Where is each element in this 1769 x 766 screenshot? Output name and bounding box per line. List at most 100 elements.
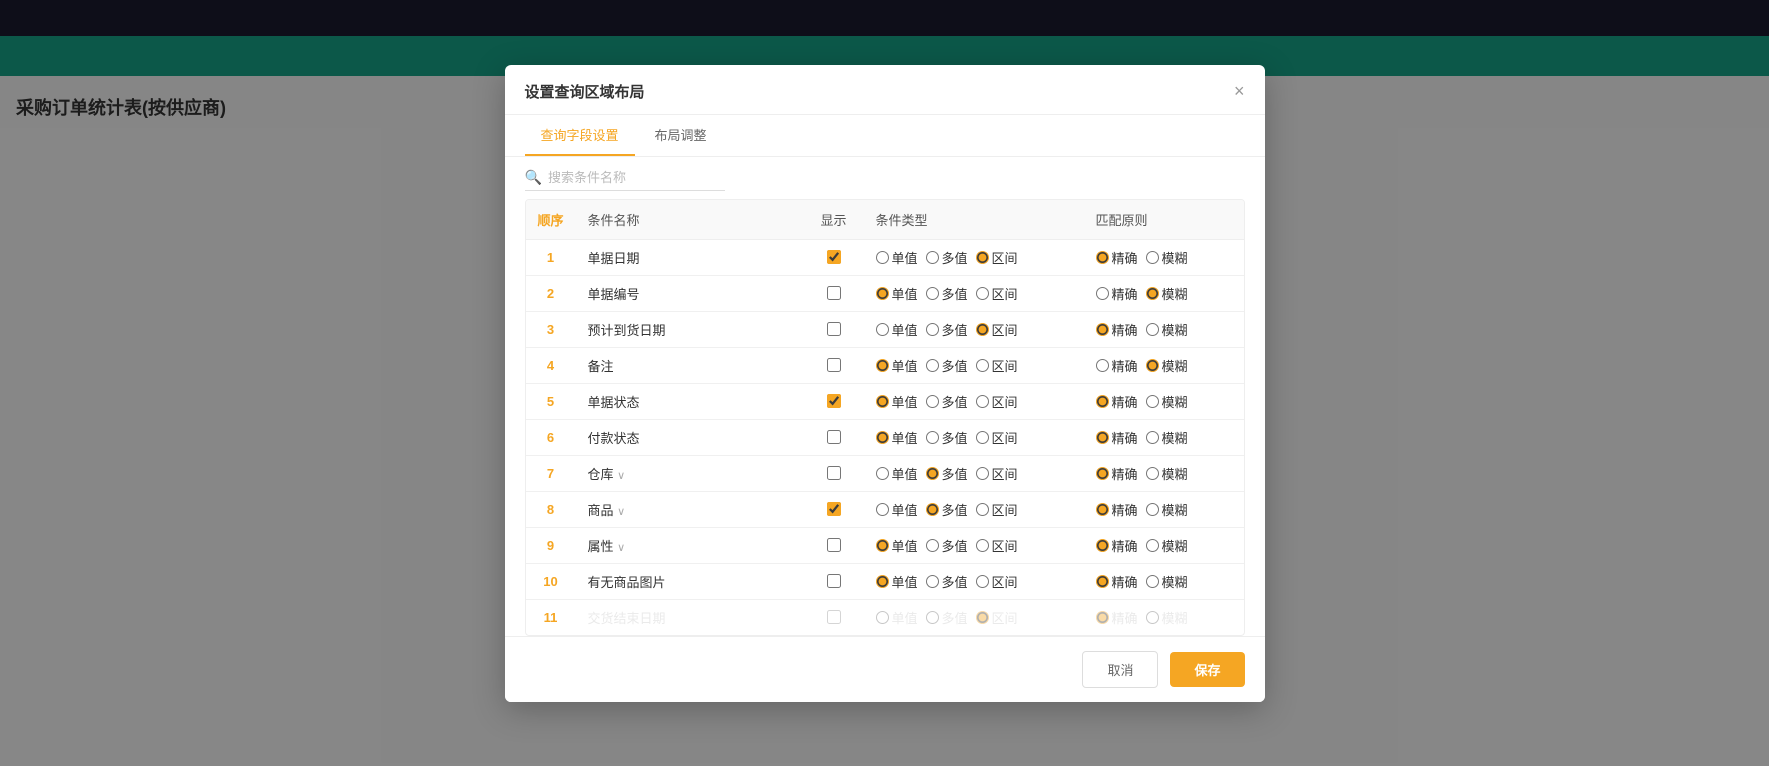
match-radio-item[interactable]: 精确 [1096,464,1138,483]
search-input[interactable] [548,170,708,185]
type-radio-item[interactable]: 多值 [926,572,968,591]
type-radio[interactable] [876,467,889,480]
type-radio[interactable] [926,251,939,264]
match-radio[interactable] [1096,575,1109,588]
type-radio[interactable] [976,611,989,624]
type-radio-item[interactable]: 多值 [926,392,968,411]
type-radio[interactable] [976,539,989,552]
type-radio[interactable] [926,611,939,624]
type-radio[interactable] [876,539,889,552]
match-radio[interactable] [1146,467,1159,480]
match-radio-item[interactable]: 精确 [1096,320,1138,339]
type-radio-item[interactable]: 多值 [926,428,968,447]
type-radio-item[interactable]: 多值 [926,536,968,555]
type-radio[interactable] [926,359,939,372]
type-radio-item[interactable]: 区间 [976,428,1018,447]
match-radio-item[interactable]: 模糊 [1146,356,1188,375]
match-radio[interactable] [1096,467,1109,480]
type-radio[interactable] [926,395,939,408]
match-radio[interactable] [1146,575,1159,588]
type-radio[interactable] [926,431,939,444]
type-radio[interactable] [876,359,889,372]
type-radio-item[interactable]: 区间 [976,392,1018,411]
save-button[interactable]: 保存 [1170,652,1244,687]
type-radio-item[interactable]: 多值 [926,320,968,339]
match-radio-item[interactable]: 精确 [1096,428,1138,447]
type-radio[interactable] [926,287,939,300]
type-radio[interactable] [976,287,989,300]
match-radio-item[interactable]: 模糊 [1146,500,1188,519]
match-radio[interactable] [1146,323,1159,336]
match-radio[interactable] [1146,611,1159,624]
type-radio[interactable] [976,575,989,588]
match-radio-item[interactable]: 精确 [1096,608,1138,627]
match-radio-item[interactable]: 模糊 [1146,572,1188,591]
type-radio[interactable] [976,395,989,408]
show-checkbox[interactable] [827,322,841,336]
type-radio[interactable] [876,395,889,408]
type-radio-item[interactable]: 单值 [876,248,918,267]
match-radio-item[interactable]: 模糊 [1146,320,1188,339]
type-radio-item[interactable]: 多值 [926,608,968,627]
type-radio-item[interactable]: 区间 [976,572,1018,591]
type-radio-item[interactable]: 单值 [876,320,918,339]
match-radio[interactable] [1096,251,1109,264]
type-radio[interactable] [926,467,939,480]
type-radio-item[interactable]: 区间 [976,500,1018,519]
show-checkbox[interactable] [827,538,841,552]
type-radio[interactable] [876,575,889,588]
type-radio-item[interactable]: 区间 [976,320,1018,339]
match-radio-item[interactable]: 精确 [1096,248,1138,267]
type-radio-item[interactable]: 单值 [876,356,918,375]
match-radio[interactable] [1096,395,1109,408]
match-radio[interactable] [1146,287,1159,300]
type-radio[interactable] [976,323,989,336]
type-radio[interactable] [876,431,889,444]
match-radio-item[interactable]: 模糊 [1146,464,1188,483]
type-radio-item[interactable]: 单值 [876,536,918,555]
type-radio-item[interactable]: 区间 [976,248,1018,267]
type-radio[interactable] [976,431,989,444]
match-radio-item[interactable]: 模糊 [1146,428,1188,447]
type-radio[interactable] [926,575,939,588]
match-radio[interactable] [1146,395,1159,408]
match-radio-item[interactable]: 模糊 [1146,392,1188,411]
type-radio[interactable] [976,467,989,480]
type-radio-item[interactable]: 单值 [876,500,918,519]
type-radio-item[interactable]: 区间 [976,356,1018,375]
match-radio-item[interactable]: 精确 [1096,536,1138,555]
type-radio-item[interactable]: 多值 [926,248,968,267]
type-radio-item[interactable]: 多值 [926,464,968,483]
show-checkbox[interactable] [827,574,841,588]
match-radio-item[interactable]: 精确 [1096,500,1138,519]
type-radio-item[interactable]: 区间 [976,536,1018,555]
type-radio-item[interactable]: 多值 [926,356,968,375]
type-radio[interactable] [926,323,939,336]
match-radio-item[interactable]: 精确 [1096,572,1138,591]
match-radio[interactable] [1096,611,1109,624]
show-checkbox[interactable] [827,286,841,300]
type-radio[interactable] [876,287,889,300]
tab-query-fields[interactable]: 查询字段设置 [525,115,635,156]
show-checkbox[interactable] [827,250,841,264]
match-radio-item[interactable]: 模糊 [1146,536,1188,555]
type-radio[interactable] [876,611,889,624]
match-radio[interactable] [1146,431,1159,444]
match-radio-item[interactable]: 精确 [1096,356,1138,375]
match-radio[interactable] [1096,287,1109,300]
type-radio-item[interactable]: 单值 [876,608,918,627]
type-radio-item[interactable]: 区间 [976,608,1018,627]
close-icon[interactable]: × [1234,82,1245,100]
match-radio[interactable] [1096,431,1109,444]
type-radio[interactable] [876,251,889,264]
type-radio[interactable] [976,251,989,264]
match-radio[interactable] [1146,251,1159,264]
type-radio[interactable] [926,503,939,516]
type-radio[interactable] [876,323,889,336]
show-checkbox[interactable] [827,394,841,408]
match-radio-item[interactable]: 精确 [1096,284,1138,303]
match-radio[interactable] [1096,503,1109,516]
tab-layout-adjust[interactable]: 布局调整 [639,115,723,156]
match-radio[interactable] [1146,539,1159,552]
show-checkbox[interactable] [827,430,841,444]
